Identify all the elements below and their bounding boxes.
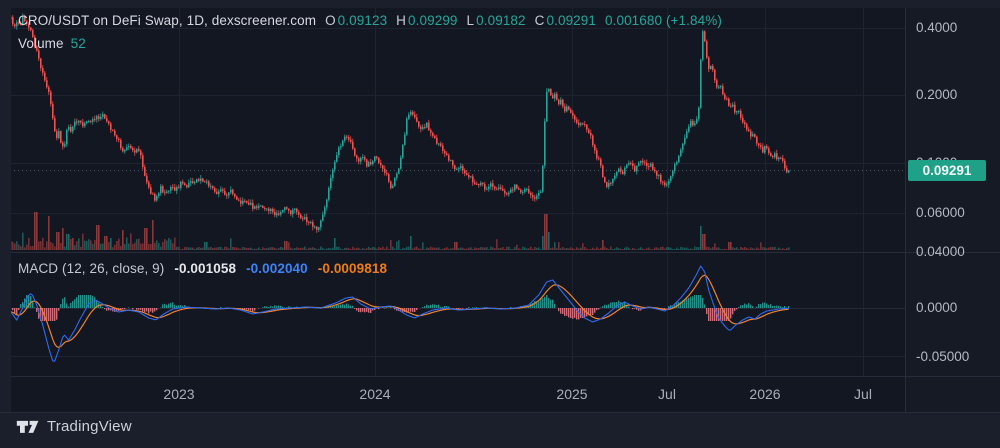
time-axis-tick: 2025 [544,386,600,402]
tradingview-chart-widget: CRO/USDT on DeFi Swap, 1D, dexscreener.c… [0,0,1000,448]
time-axis-tick: Jul [639,386,695,402]
price-axis-tick: 0.0000 [916,299,998,317]
tradingview-logo[interactable]: TradingView [16,418,132,435]
price-axis-tick: 0.2000 [916,86,998,104]
tradingview-logo-icon [16,418,40,435]
time-axis-tick: Jul [835,386,891,402]
price-axis-tick: 0.06000 [916,204,998,222]
tradingview-logo-text: TradingView [47,418,132,435]
time-axis-tick: 2023 [151,386,207,402]
chart-canvas[interactable] [0,0,1000,448]
price-axis-tick: -0.05000 [916,348,998,366]
price-axis-tick: 0.4000 [916,19,998,37]
time-axis-tick: 2026 [737,386,793,402]
time-axis-tick: 2024 [347,386,403,402]
price-axis-tick: 0.04000 [916,243,998,261]
price-axis-tick: 0.1000 [916,154,998,172]
